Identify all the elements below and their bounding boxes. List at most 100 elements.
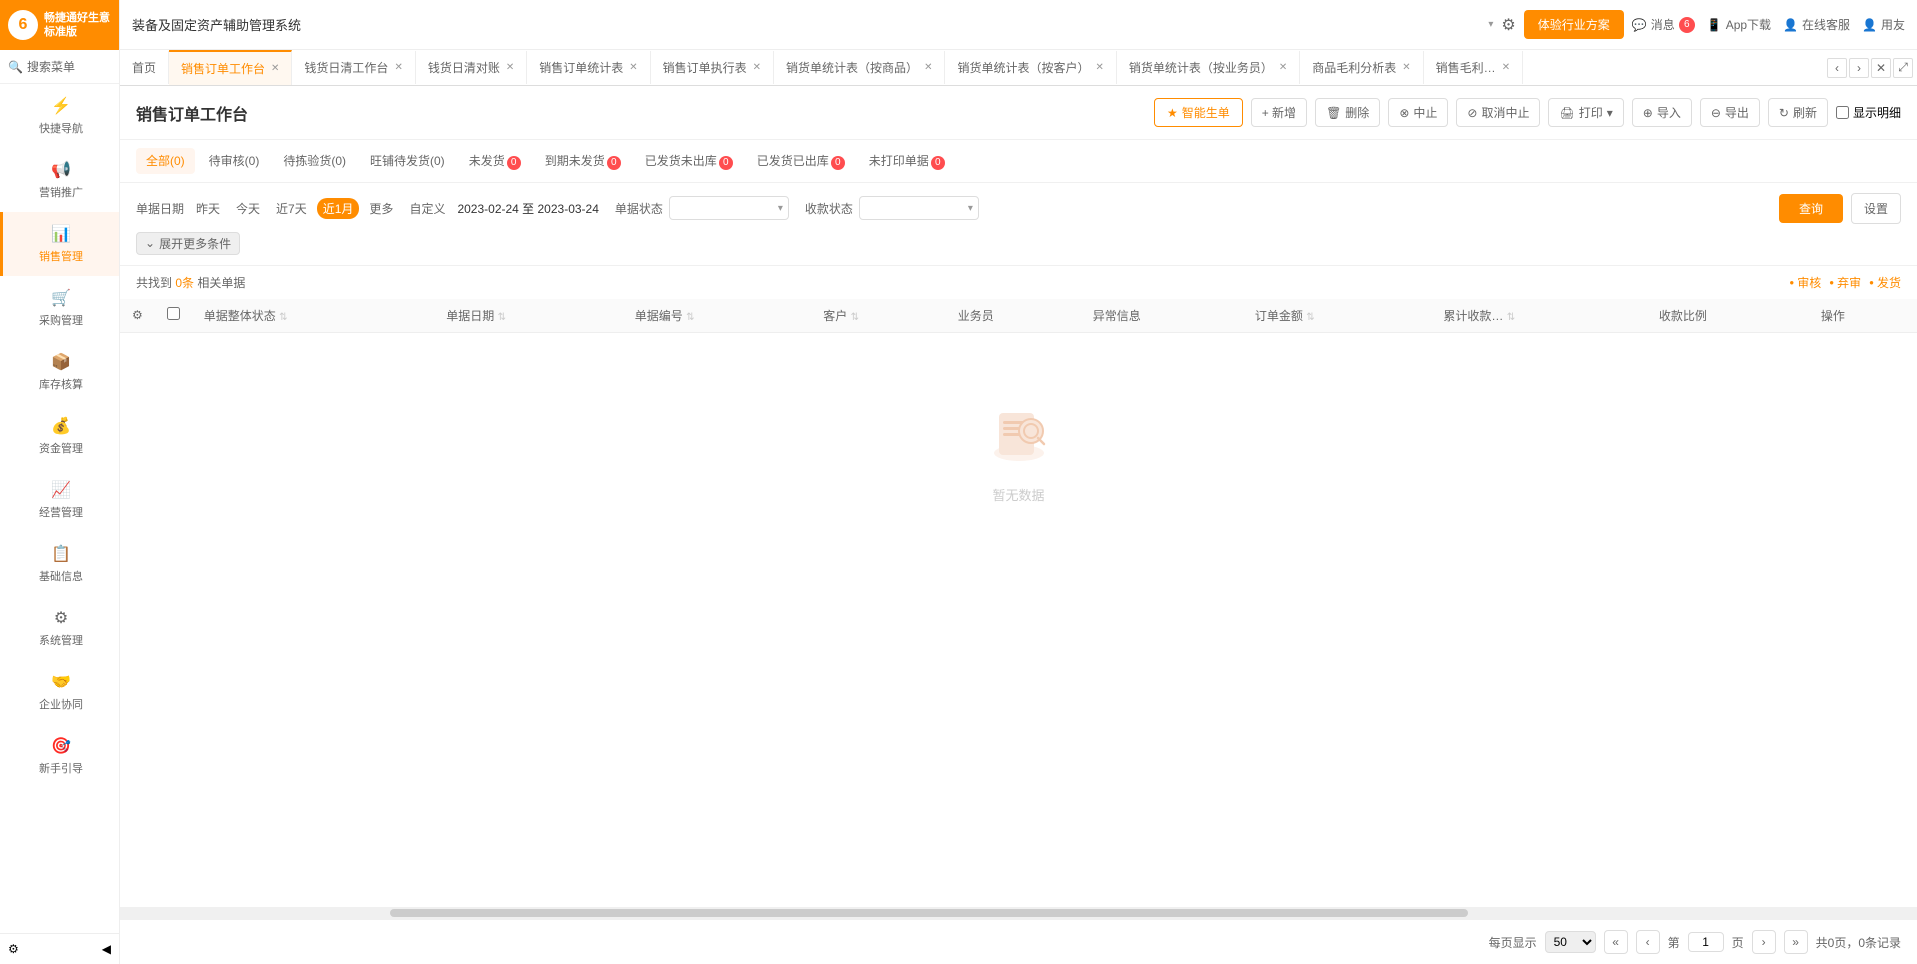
sidebar-item-newbie[interactable]: 🎯 新手引导 (0, 724, 119, 788)
shortcut-more[interactable]: 更多 (363, 198, 399, 219)
cancel-stop-btn[interactable]: ⊘ 取消中止 (1456, 98, 1540, 127)
tab-order-stats[interactable]: 销售订单统计表 ✕ (527, 51, 650, 84)
tab-close-order-stats[interactable]: ✕ (629, 62, 637, 73)
shortcut-7days[interactable]: 近7天 (270, 198, 313, 219)
sub-tab-not-shipped[interactable]: 未发货0 (459, 148, 531, 174)
sidebar-item-quick-nav[interactable]: ⚡ 快捷导航 (0, 84, 119, 148)
first-page-btn[interactable]: « (1604, 930, 1628, 954)
sidebar-item-inventory[interactable]: 📦 库存核算 (0, 340, 119, 404)
tab-sales-customer[interactable]: 销货单统计表（按客户） ✕ (945, 51, 1116, 84)
message-action[interactable]: 💬 消息 6 (1632, 16, 1695, 33)
date-range-display[interactable]: 2023-02-24 至 2023-03-24 (457, 200, 598, 217)
sub-tab-overdue-ship[interactable]: 到期未发货0 (535, 148, 631, 174)
shortcut-today[interactable]: 今天 (230, 198, 266, 219)
query-button[interactable]: 查询 (1779, 194, 1843, 223)
sidebar-item-finance[interactable]: 💰 资金管理 (0, 404, 119, 468)
tab-close-sales-margin[interactable]: ✕ (1502, 62, 1510, 73)
shortcut-yesterday[interactable]: 昨天 (190, 198, 226, 219)
sidebar-item-purchase[interactable]: 🛒 采购管理 (0, 276, 119, 340)
sort-customer-icon[interactable]: ⇅ (851, 312, 859, 323)
status-select[interactable] (669, 196, 789, 220)
export-btn[interactable]: ⊖ 导出 (1700, 98, 1760, 127)
horizontal-scrollbar[interactable] (120, 907, 1917, 919)
sub-tab-shipped-out[interactable]: 已发货已出库0 (747, 148, 855, 174)
sub-tab-pending-audit[interactable]: 待审核(0) (199, 148, 270, 174)
sidebar-search[interactable]: 🔍 搜索菜单 (0, 50, 119, 84)
experience-button[interactable]: 体验行业方案 (1524, 10, 1624, 39)
audit-action-btn[interactable]: 审核 (1789, 274, 1821, 291)
sub-tab-pending-check[interactable]: 待拣验货(0) (273, 148, 356, 174)
tabs-expand-btn[interactable]: ⤢ (1893, 58, 1913, 78)
setup-button[interactable]: 设置 (1851, 193, 1901, 224)
sort-number-icon[interactable]: ⇅ (686, 312, 694, 323)
expand-filter-btn[interactable]: ⌄ 展开更多条件 (136, 232, 240, 255)
sort-amount-icon[interactable]: ⇅ (1306, 312, 1314, 323)
sidebar-item-system[interactable]: ⚙ 系统管理 (0, 596, 119, 660)
tab-reconcile[interactable]: 钱货日清对账 ✕ (416, 51, 527, 84)
tabs-close-btn[interactable]: ✕ (1871, 58, 1891, 78)
sidebar-item-basic-info[interactable]: 📋 基础信息 (0, 532, 119, 596)
import-btn[interactable]: ⊕ 导入 (1632, 98, 1692, 127)
settings-icon[interactable]: ⚙ (8, 942, 19, 956)
sidebar-item-operations[interactable]: 📈 经营管理 (0, 468, 119, 532)
sub-tab-shipped-not-out[interactable]: 已发货未出库0 (635, 148, 743, 174)
last-page-btn[interactable]: » (1784, 930, 1808, 954)
tab-margin-analysis[interactable]: 商品毛利分析表 ✕ (1300, 51, 1423, 84)
cancel-audit-btn[interactable]: 弃审 (1829, 274, 1861, 291)
refresh-icon: ↻ (1779, 106, 1789, 120)
shortcut-1month[interactable]: 近1月 (317, 198, 360, 219)
shortcut-custom[interactable]: 自定义 (403, 198, 451, 219)
collapse-icon[interactable]: ◀ (102, 942, 111, 956)
sub-tab-not-printed[interactable]: 未打印单据0 (859, 148, 955, 174)
message-badge: 6 (1679, 17, 1695, 33)
system-dropdown-icon[interactable]: ▾ (1488, 19, 1493, 30)
sidebar-item-enterprise[interactable]: 🤝 企业协同 (0, 660, 119, 724)
tab-close-order-exec[interactable]: ✕ (753, 62, 761, 73)
tabs-prev-btn[interactable]: ‹ (1827, 58, 1847, 78)
sub-tab-wangpu-ship[interactable]: 旺铺待发货(0) (360, 148, 455, 174)
refresh-btn[interactable]: ↻ 刷新 (1768, 98, 1828, 127)
select-all-checkbox[interactable] (167, 307, 180, 320)
tab-sales-staff[interactable]: 销货单统计表（按业务员） ✕ (1117, 51, 1300, 84)
page-input[interactable] (1688, 932, 1724, 952)
tab-close-reconcile[interactable]: ✕ (506, 62, 514, 73)
tab-sales-margin[interactable]: 销售毛利… ✕ (1424, 51, 1523, 84)
marketing-icon: 📢 (51, 160, 71, 180)
ship-action-btn[interactable]: 发货 (1869, 274, 1901, 291)
online-service-action[interactable]: 👤 在线客服 (1783, 16, 1850, 33)
sort-date-icon[interactable]: ⇅ (498, 312, 506, 323)
delete-btn[interactable]: 🗑 删除 (1315, 98, 1380, 127)
tab-close-sales-customer[interactable]: ✕ (1095, 62, 1103, 73)
sidebar-item-sales[interactable]: 📊 销售管理 (0, 212, 119, 276)
next-page-btn[interactable]: › (1752, 930, 1776, 954)
app-download-action[interactable]: 📱 App下载 (1707, 16, 1771, 33)
tab-daily-clear[interactable]: 钱货日清工作台 ✕ (292, 51, 415, 84)
sort-status-icon[interactable]: ⇅ (279, 312, 287, 323)
tabs-next-btn[interactable]: › (1849, 58, 1869, 78)
show-detail-checkbox[interactable] (1836, 106, 1849, 119)
stop-btn[interactable]: ⊗ 中止 (1388, 98, 1448, 127)
table-th-settings: ⚙ (120, 299, 155, 333)
tab-close-daily-clear[interactable]: ✕ (394, 62, 402, 73)
tab-sales-goods[interactable]: 销货单统计表（按商品） ✕ (774, 51, 945, 84)
smart-generate-btn[interactable]: ★ 智能生单 (1154, 98, 1243, 127)
sort-collected-icon[interactable]: ⇅ (1507, 312, 1515, 323)
tab-close-sales-order[interactable]: ✕ (271, 63, 279, 74)
tab-close-margin-analysis[interactable]: ✕ (1402, 62, 1410, 73)
tab-close-sales-staff[interactable]: ✕ (1279, 62, 1287, 73)
sidebar-item-marketing[interactable]: 📢 营销推广 (0, 148, 119, 212)
prev-page-btn[interactable]: ‹ (1636, 930, 1660, 954)
per-page-select[interactable]: 50 100 200 (1545, 931, 1596, 953)
tab-home[interactable]: 首页 (120, 51, 169, 84)
print-btn[interactable]: 🖨 打印 ▾ (1548, 98, 1623, 127)
show-detail-label[interactable]: 显示明细 (1836, 104, 1901, 121)
tab-close-sales-goods[interactable]: ✕ (924, 62, 932, 73)
tab-sales-order[interactable]: 销售订单工作台 ✕ (169, 50, 292, 85)
sub-tab-all[interactable]: 全部(0) (136, 148, 195, 174)
settings-btn[interactable]: ⚙ (1501, 15, 1515, 35)
tab-order-exec[interactable]: 销售订单执行表 ✕ (651, 51, 774, 84)
payment-select[interactable] (859, 196, 979, 220)
add-btn[interactable]: + 新增 (1251, 98, 1307, 127)
scrollbar-thumb[interactable] (390, 909, 1468, 917)
user-action[interactable]: 👤 用友 (1862, 16, 1905, 33)
